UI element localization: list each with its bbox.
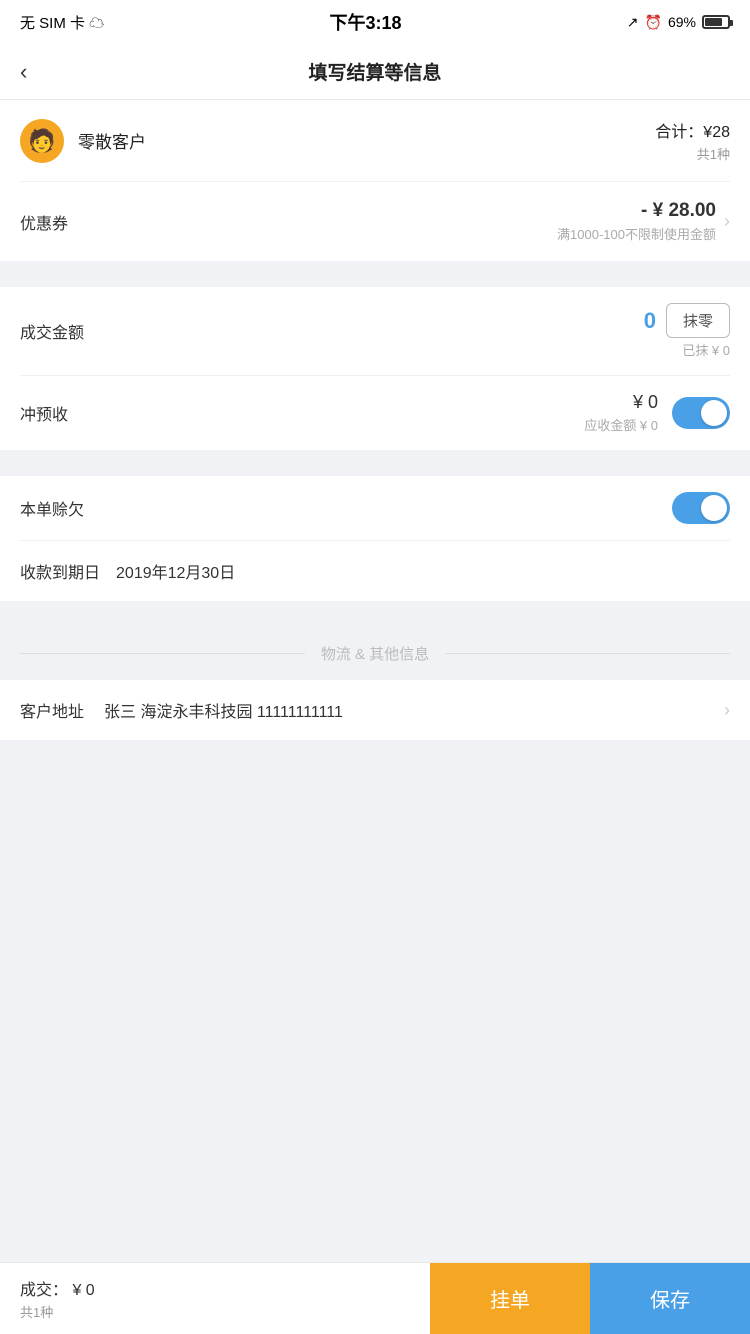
debt-toggle-row: 本单赊欠 (0, 476, 750, 540)
customer-total: 合计：¥28 (655, 118, 730, 142)
hold-order-button[interactable]: 挂单 (430, 1263, 590, 1334)
address-row[interactable]: 客户地址 张三 海淀永丰科技园 11111111111 › (0, 680, 750, 740)
pre-receive-amount-block: ¥ 0 应收金额 ¥ 0 (584, 392, 658, 434)
pre-receive-row: 冲预收 ¥ 0 应收金额 ¥ 0 (20, 376, 730, 450)
round-sub-text: 已抹 ¥ 0 (596, 340, 730, 359)
customer-section: 🧑 零散客户 合计：¥28 共1种 优惠券 - ¥ 28.00 满1000-10… (0, 100, 750, 261)
transaction-section: 成交金额 抹零 已抹 ¥ 0 冲预收 ¥ 0 应收金额 ¥ 0 (0, 287, 750, 450)
avatar-icon: 🧑 (28, 128, 55, 154)
status-time: 下午3:18 (329, 9, 401, 35)
battery-icon (702, 15, 730, 29)
pre-receive-amount: ¥ 0 (584, 392, 658, 413)
status-left: 无 SIM 卡 ☁ (20, 12, 104, 33)
coupon-desc: 满1000-100不限制使用金额 (557, 224, 716, 243)
coupon-label: 优惠券 (20, 210, 68, 234)
logistics-divider: 物流 & 其他信息 (20, 643, 730, 664)
address-value: 张三 海淀永丰科技园 11111111111 (104, 698, 343, 722)
pre-receive-sub-text: 应收金额 ¥ 0 (584, 415, 658, 434)
toggle-knob (701, 400, 727, 426)
sim-label: 无 SIM 卡 ☁ (20, 12, 104, 33)
customer-name: 零散客户 (78, 128, 146, 153)
debt-toggle-knob (701, 495, 727, 521)
coupon-amount-block: - ¥ 28.00 满1000-100不限制使用金额 (557, 200, 716, 243)
nav-bar: ‹ 填写结算等信息 (0, 44, 750, 100)
coupon-amount: - ¥ 28.00 (557, 200, 716, 222)
pre-receive-label: 冲预收 (20, 401, 68, 425)
pre-receive-toggle[interactable] (672, 397, 730, 429)
address-section: 客户地址 张三 海淀永丰科技园 11111111111 › (0, 680, 750, 740)
transaction-inner: 成交金额 抹零 已抹 ¥ 0 冲预收 ¥ 0 应收金额 ¥ 0 (0, 287, 750, 450)
deal-amount-label: 成交金额 (20, 319, 84, 343)
save-button[interactable]: 保存 (590, 1263, 750, 1334)
logistics-label: 物流 & 其他信息 (321, 643, 429, 664)
status-right: ↗ ⏰ 69% (627, 14, 730, 31)
status-bar: 无 SIM 卡 ☁ 下午3:18 ↗ ⏰ 69% (0, 0, 750, 44)
gray-divider-1 (0, 273, 750, 287)
coupon-row[interactable]: 优惠券 - ¥ 28.00 满1000-100不限制使用金额 › (0, 182, 750, 261)
coupon-right: - ¥ 28.00 满1000-100不限制使用金额 › (557, 200, 730, 243)
gray-divider-2 (0, 462, 750, 476)
empty-space (0, 752, 750, 952)
address-left: 客户地址 张三 海淀永丰科技园 11111111111 (20, 698, 343, 722)
customer-left: 🧑 零散客户 (20, 119, 146, 163)
customer-count: 共1种 (655, 144, 730, 163)
pre-receive-right: ¥ 0 应收金额 ¥ 0 (584, 392, 730, 434)
debt-label: 本单赊欠 (20, 496, 84, 520)
logistics-header: 物流 & 其他信息 (0, 627, 750, 680)
due-date-row: 收款到期日 2019年12月30日 (0, 541, 750, 601)
address-chevron-icon: › (724, 700, 730, 721)
gray-divider-3 (0, 613, 750, 627)
bottom-item-count: 共1种 (20, 1302, 410, 1321)
back-button[interactable]: ‹ (20, 59, 27, 85)
avatar: 🧑 (20, 119, 64, 163)
customer-row: 🧑 零散客户 合计：¥28 共1种 (0, 100, 750, 181)
due-date-label: 收款到期日 (20, 559, 100, 583)
due-date-value: 2019年12月30日 (116, 559, 235, 583)
deal-amount-right: 抹零 已抹 ¥ 0 (596, 303, 730, 359)
page-title: 填写结算等信息 (308, 58, 441, 85)
alarm-icon: ⏰ (645, 14, 662, 31)
location-icon: ↗ (627, 14, 639, 31)
debt-section: 本单赊欠 收款到期日 2019年12月30日 (0, 476, 750, 601)
bottom-deal-amount: 成交： ¥ 0 (20, 1276, 410, 1300)
bottom-info: 成交： ¥ 0 共1种 (0, 1263, 430, 1334)
debt-toggle[interactable] (672, 492, 730, 524)
address-label: 客户地址 (20, 698, 84, 722)
chevron-right-icon: › (724, 211, 730, 232)
customer-right: 合计：¥28 共1种 (655, 118, 730, 163)
deal-amount-row: 成交金额 抹零 已抹 ¥ 0 (20, 287, 730, 376)
amount-block: 抹零 已抹 ¥ 0 (596, 303, 730, 359)
round-zero-button[interactable]: 抹零 (666, 303, 730, 338)
bottom-bar: 成交： ¥ 0 共1种 挂单 保存 (0, 1262, 750, 1334)
deal-amount-input[interactable] (596, 308, 656, 334)
battery-label: 69% (668, 14, 696, 30)
